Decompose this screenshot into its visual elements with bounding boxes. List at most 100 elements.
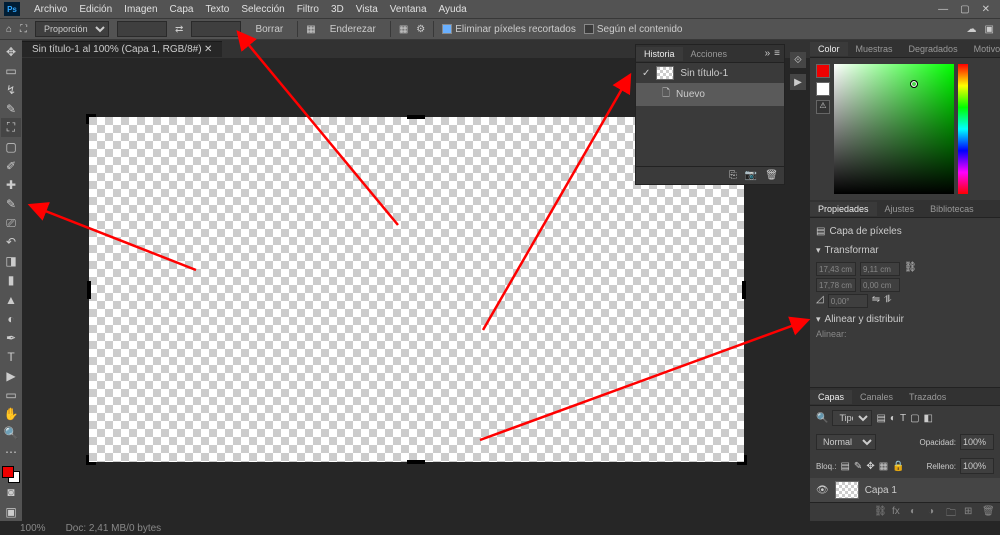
document-tab[interactable]: Sin título-1 al 100% (Capa 1, RGB/8#) ✕ [22, 41, 222, 57]
delete-pixels-checkbox[interactable] [442, 24, 452, 34]
lock-paint-icon[interactable]: ✎ [854, 461, 862, 472]
create-doc-icon[interactable]: ⎘ [729, 170, 737, 181]
opacity-input[interactable] [960, 434, 994, 450]
x-input[interactable] [816, 278, 856, 292]
flip-v-icon[interactable]: ⥮ [884, 294, 891, 308]
tab-paths[interactable]: Trazados [901, 390, 954, 404]
home-icon[interactable]: ⌂ [6, 24, 12, 35]
menu-capa[interactable]: Capa [164, 2, 200, 17]
eyedropper-tool-icon[interactable]: ✐ [1, 156, 21, 175]
shape-tool-icon[interactable]: ▭ [1, 385, 21, 404]
hand-tool-icon[interactable]: ✋ [1, 404, 21, 423]
tab-adjustments[interactable]: Ajustes [877, 202, 923, 216]
lasso-tool-icon[interactable]: ↯ [1, 80, 21, 99]
maximize-icon[interactable]: ▢ [960, 4, 969, 15]
lock-all-icon[interactable]: 🔒 [892, 461, 904, 472]
path-select-tool-icon[interactable]: ▶ [1, 366, 21, 385]
menu-3d[interactable]: 3D [325, 2, 350, 17]
color-swatches[interactable] [2, 466, 20, 483]
menu-vista[interactable]: Vista [350, 2, 384, 17]
pen-tool-icon[interactable]: ✒ [1, 328, 21, 347]
stamp-tool-icon[interactable]: ⎚ [1, 214, 21, 233]
menu-ayuda[interactable]: Ayuda [433, 2, 473, 17]
filter-adjust-icon[interactable]: ◐ [890, 413, 896, 424]
group-icon[interactable]: 🗀 [946, 506, 958, 518]
dodge-tool-icon[interactable]: ◐ [1, 309, 21, 328]
camera-icon[interactable]: 📷 [745, 170, 757, 181]
cloud-icon[interactable]: ☁ [967, 24, 977, 35]
menu-texto[interactable]: Texto [199, 2, 235, 17]
filter-smart-icon[interactable]: ◧ [924, 413, 933, 424]
straighten-icon[interactable]: ▦ [306, 24, 315, 35]
layer-name[interactable]: Capa 1 [865, 485, 897, 496]
menu-ventana[interactable]: Ventana [384, 2, 433, 17]
menu-filtro[interactable]: Filtro [291, 2, 325, 17]
lock-art-icon[interactable]: ▦ [879, 461, 888, 472]
healing-tool-icon[interactable]: ✚ [1, 176, 21, 195]
swap-icon[interactable]: ⇄ [175, 24, 183, 35]
layer-row[interactable]: 👁 Capa 1 [810, 478, 1000, 502]
flip-h-icon[interactable]: ⇋ [872, 294, 880, 308]
workspace-icon[interactable]: ▣ [985, 24, 994, 35]
angle-input[interactable] [828, 294, 868, 308]
gradient-tool-icon[interactable]: ▮ [1, 271, 21, 290]
content-aware-checkbox[interactable] [584, 24, 594, 34]
tab-history[interactable]: Historia [636, 47, 683, 61]
gear-icon[interactable]: ⚙ [416, 24, 425, 35]
mask-icon[interactable]: ◐ [910, 506, 922, 518]
align-header[interactable]: Alinear y distribuir [825, 314, 904, 325]
color-field[interactable] [834, 64, 954, 194]
lock-pos-icon[interactable]: ✥ [866, 461, 874, 472]
layer-thumbnail[interactable] [835, 481, 859, 499]
tab-properties[interactable]: Propiedades [810, 202, 877, 216]
ratio-h-input[interactable] [191, 21, 241, 37]
straighten-button[interactable]: Enderezar [324, 22, 382, 37]
collapse-icon[interactable]: » [765, 48, 775, 59]
link-icon[interactable]: ⛓ [904, 262, 917, 276]
close-icon[interactable]: ✕ [982, 4, 990, 15]
lock-trans-icon[interactable]: ▤ [840, 461, 849, 472]
height-input[interactable] [860, 262, 900, 276]
tab-swatches[interactable]: Muestras [848, 42, 901, 56]
filter-kind-select[interactable]: Tipo [832, 410, 872, 426]
blur-tool-icon[interactable]: ▲ [1, 290, 21, 309]
fx-icon[interactable]: fx [892, 506, 904, 518]
trash-icon[interactable]: 🗑 [765, 170, 778, 181]
zoom-level[interactable]: 100% [20, 523, 46, 534]
move-tool-icon[interactable]: ✥ [1, 42, 21, 61]
filter-type-icon[interactable]: T [900, 413, 906, 424]
eraser-tool-icon[interactable]: ◨ [1, 252, 21, 271]
minimize-icon[interactable]: — [938, 4, 948, 15]
bg-swatch[interactable] [816, 82, 830, 96]
tab-actions[interactable]: Acciones [683, 47, 736, 61]
menu-seleccion[interactable]: Selección [235, 2, 290, 17]
brush-tool-icon[interactable]: ✎ [1, 195, 21, 214]
history-brush-tool-icon[interactable]: ↶ [1, 233, 21, 252]
frame-tool-icon[interactable]: ▢ [1, 137, 21, 156]
screenmode-icon[interactable]: ▣ [1, 502, 21, 521]
quickmask-icon[interactable]: ◙ [1, 483, 21, 502]
tab-patterns[interactable]: Motivos [966, 42, 1000, 56]
hue-slider[interactable] [958, 64, 968, 194]
panel-menu-icon[interactable]: ≡ [774, 48, 784, 59]
filter-icon[interactable]: 🔍 [816, 413, 828, 424]
menu-archivo[interactable]: Archivo [28, 2, 73, 17]
filter-pixel-icon[interactable]: ▤ [876, 413, 885, 424]
history-snapshot[interactable]: ✓ Sin título-1 [636, 63, 784, 83]
filter-shape-icon[interactable]: ▢ [910, 413, 919, 424]
menu-edicion[interactable]: Edición [73, 2, 118, 17]
tab-gradients[interactable]: Degradados [901, 42, 966, 56]
ratio-w-input[interactable] [117, 21, 167, 37]
type-tool-icon[interactable]: T [1, 347, 21, 366]
foreground-color[interactable] [2, 466, 14, 478]
link-layers-icon[interactable]: ⛓ [874, 506, 886, 518]
y-input[interactable] [860, 278, 900, 292]
menu-imagen[interactable]: Imagen [118, 2, 163, 17]
transform-header[interactable]: Transformar [825, 245, 879, 256]
quick-select-tool-icon[interactable]: ✎ [1, 99, 21, 118]
zoom-tool-icon[interactable]: 🔍 [1, 424, 21, 443]
tab-close-icon[interactable]: ✕ [204, 44, 212, 55]
tab-channels[interactable]: Canales [852, 390, 901, 404]
width-input[interactable] [816, 262, 856, 276]
crop-tool-icon[interactable]: ⛶ [1, 118, 21, 137]
